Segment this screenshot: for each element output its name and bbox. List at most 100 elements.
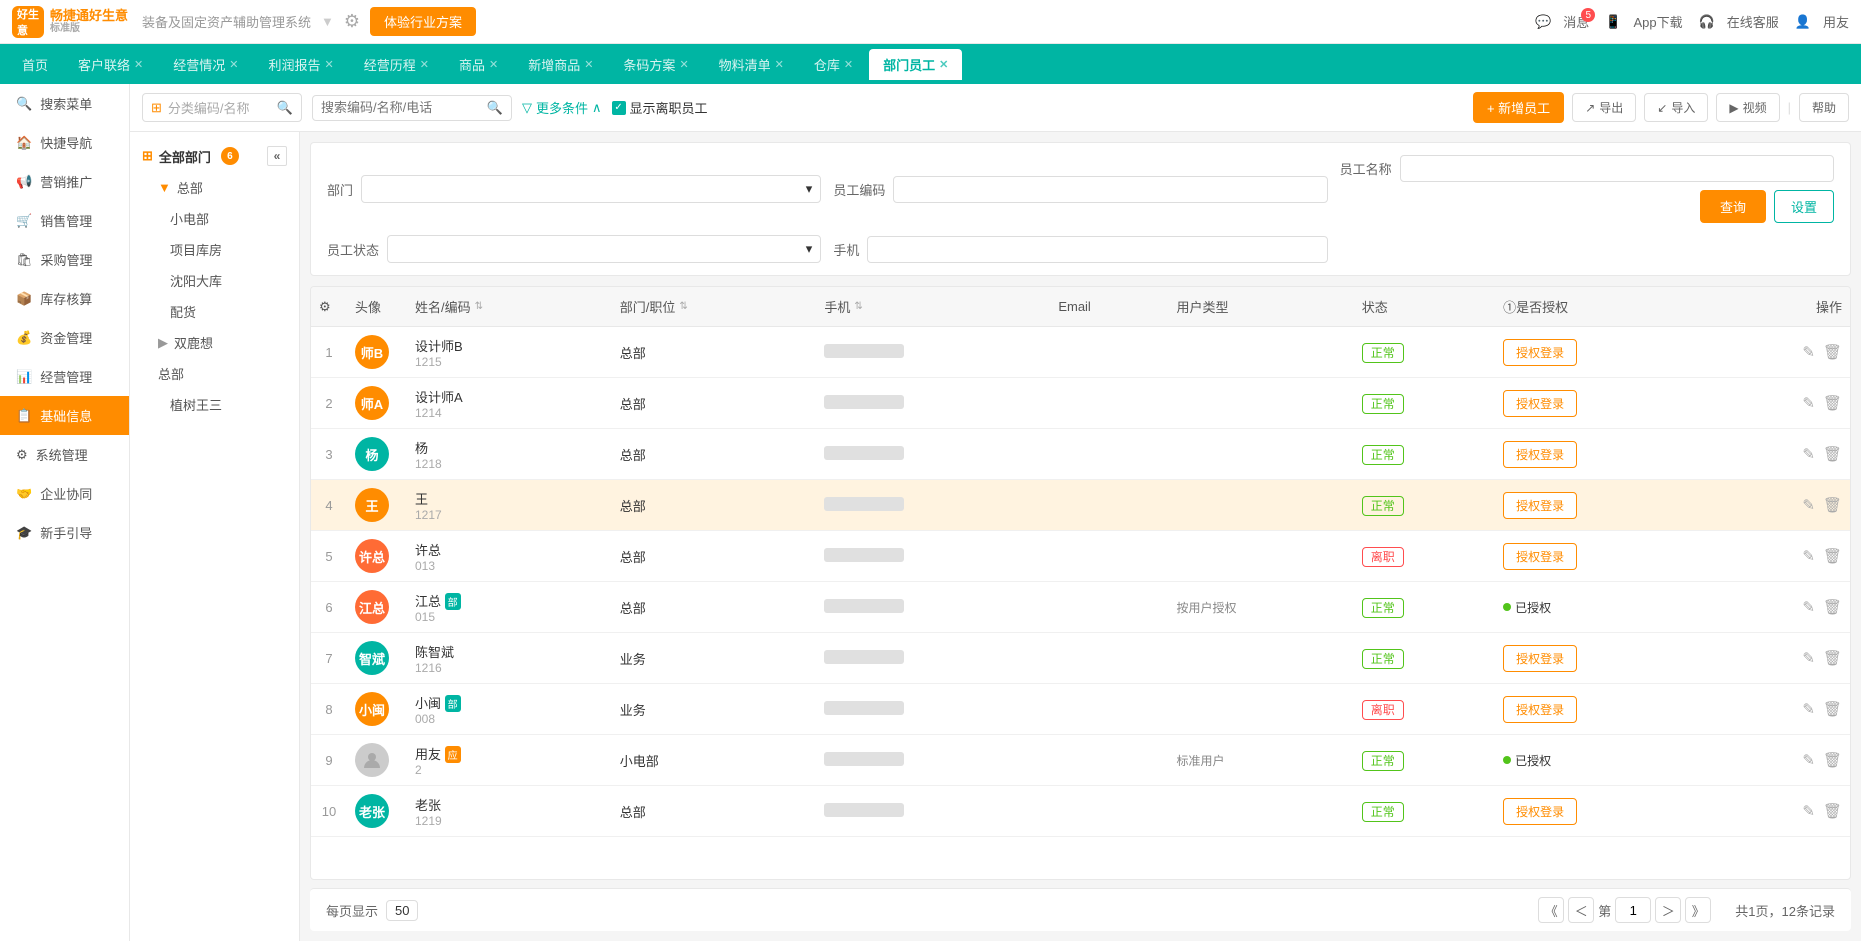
app-download[interactable]: 📱 App下载 [1605,12,1682,31]
page-next-btn[interactable]: ＞ [1655,897,1681,923]
dept-item-project[interactable]: 项目库房 [130,234,299,265]
sidebar-item-search[interactable]: 🔍 搜索菜单 [0,84,129,123]
edit-icon[interactable]: ✎ [1802,649,1815,667]
th-phone[interactable]: 手机 ⇅ [816,287,1050,327]
filter-dept-select[interactable]: ▾ [361,175,821,203]
auth-btn[interactable]: 授权登录 [1503,543,1577,570]
dept-item-zongbu2[interactable]: 总部 [130,358,299,389]
add-employee-button[interactable]: + 新增员工 [1473,92,1564,123]
delete-icon[interactable]: 🗑 [1823,547,1842,565]
user-area[interactable]: 👤 用友 [1795,12,1849,31]
dept-item-shuanglu[interactable]: ▶ 双鹿想 [130,327,299,358]
dept-item-zhishu[interactable]: 植树王三 [130,389,299,420]
th-name[interactable]: 姓名/编码 ⇅ [407,287,612,327]
page-size-value[interactable]: 50 [386,900,418,921]
online-service[interactable]: 🎧 在线客服 [1699,12,1779,31]
sidebar-item-inventory[interactable]: 📦 库存核算 [0,279,129,318]
page-first-btn[interactable]: 《 [1538,897,1564,923]
sidebar-item-collab[interactable]: 🤝 企业协同 [0,474,129,513]
sidebar-item-nav[interactable]: 🏠 快捷导航 [0,123,129,162]
edit-icon[interactable]: ✎ [1802,445,1815,463]
sidebar-item-purchase[interactable]: 🛍 采购管理 [0,240,129,279]
close-icon[interactable]: ✕ [134,58,143,71]
filter-status-select[interactable]: ▾ [387,235,821,263]
search-submit-icon[interactable]: 🔍 [487,100,503,116]
checkbox-resigned[interactable]: ✓ [612,101,626,115]
view-button[interactable]: ▶ 视频 [1716,93,1779,122]
auth-btn[interactable]: 授权登录 [1503,696,1577,723]
dept-item-xiaodian[interactable]: 小电部 [130,203,299,234]
dept-item-delivery[interactable]: 配货 [130,296,299,327]
tab-history[interactable]: 经营历程 ✕ [350,49,443,80]
sidebar-item-sales[interactable]: 🛒 销售管理 [0,201,129,240]
delete-icon[interactable]: 🗑 [1823,445,1842,463]
close-icon[interactable]: ✕ [939,58,948,71]
tab-bom[interactable]: 物料清单 ✕ [705,49,798,80]
page-input[interactable] [1615,897,1651,923]
auth-btn[interactable]: 授权登录 [1503,798,1577,825]
edit-icon[interactable]: ✎ [1802,394,1815,412]
auth-btn[interactable]: 授权登录 [1503,390,1577,417]
tab-new-product[interactable]: 新增商品 ✕ [514,49,607,80]
edit-icon[interactable]: ✎ [1802,547,1815,565]
delete-icon[interactable]: 🗑 [1823,802,1842,820]
delete-icon[interactable]: 🗑 [1823,751,1842,769]
page-prev-btn[interactable]: ＜ [1568,897,1594,923]
filter-phone-input[interactable] [867,236,1327,263]
import-button[interactable]: ↙ 导入 [1644,93,1708,122]
employee-search[interactable]: 🔍 [312,95,512,121]
th-settings[interactable]: ⚙ [311,287,347,327]
close-icon[interactable]: ✕ [420,58,429,71]
close-icon[interactable]: ✕ [325,58,334,71]
set-btn[interactable]: 设置 [1774,190,1834,223]
tab-profit[interactable]: 利润报告 ✕ [254,49,347,80]
delete-icon[interactable]: 🗑 [1823,496,1842,514]
sidebar-item-marketing[interactable]: 📢 营销推广 [0,162,129,201]
edit-icon[interactable]: ✎ [1802,598,1815,616]
tab-operation[interactable]: 经营情况 ✕ [159,49,252,80]
edit-icon[interactable]: ✎ [1802,802,1815,820]
close-icon[interactable]: ✕ [775,58,784,71]
search-btn[interactable]: 查询 [1700,190,1766,223]
delete-icon[interactable]: 🗑 [1823,394,1842,412]
sidebar-item-business[interactable]: 📊 经营管理 [0,357,129,396]
edit-icon[interactable]: ✎ [1802,751,1815,769]
th-dept[interactable]: 部门/职位 ⇅ [612,287,817,327]
edit-icon[interactable]: ✎ [1802,700,1815,718]
delete-icon[interactable]: 🗑 [1823,598,1842,616]
more-filter-btn[interactable]: ▽ 更多条件 ∧ [522,98,602,117]
message-area[interactable]: 💬 消息 5 [1535,12,1589,31]
trial-button[interactable]: 体验行业方案 [370,7,476,36]
tab-barcode[interactable]: 条码方案 ✕ [609,49,702,80]
delete-icon[interactable]: 🗑 [1823,649,1842,667]
export-button[interactable]: ↗ 导出 [1572,93,1636,122]
dept-item-headquarters[interactable]: ▼ 总部 [130,172,299,203]
help-button[interactable]: 帮助 [1799,93,1849,122]
auth-btn[interactable]: 授权登录 [1503,645,1577,672]
filter-empname-input[interactable] [1400,155,1834,182]
close-icon[interactable]: ✕ [584,58,593,71]
sidebar-item-system[interactable]: ⚙ 系统管理 [0,435,129,474]
edit-icon[interactable]: ✎ [1802,343,1815,361]
close-icon[interactable]: ✕ [229,58,238,71]
sidebar-item-finance[interactable]: 💰 资金管理 [0,318,129,357]
tab-dept-employee[interactable]: 部门员工 ✕ [869,49,962,80]
collapse-panel-btn[interactable]: « [267,146,287,166]
auth-btn[interactable]: 授权登录 [1503,339,1577,366]
edit-icon[interactable]: ✎ [1802,496,1815,514]
search-input[interactable] [321,100,481,115]
delete-icon[interactable]: 🗑 [1823,343,1842,361]
tab-customer[interactable]: 客户联络 ✕ [64,49,157,80]
tab-warehouse[interactable]: 仓库 ✕ [800,49,867,80]
tab-product[interactable]: 商品 ✕ [445,49,512,80]
tab-home[interactable]: 首页 [8,49,62,80]
dept-search[interactable]: ⊞ 分类编码/名称 🔍 [142,93,302,122]
auth-btn[interactable]: 授权登录 [1503,492,1577,519]
sidebar-item-basic[interactable]: 📋 基础信息 [0,396,129,435]
close-icon[interactable]: ✕ [844,58,853,71]
close-icon[interactable]: ✕ [489,58,498,71]
auth-btn[interactable]: 授权登录 [1503,441,1577,468]
dept-item-shenyang[interactable]: 沈阳大库 [130,265,299,296]
sidebar-item-guide[interactable]: 🎓 新手引导 [0,513,129,552]
settings-icon[interactable]: ⚙ [344,11,360,32]
